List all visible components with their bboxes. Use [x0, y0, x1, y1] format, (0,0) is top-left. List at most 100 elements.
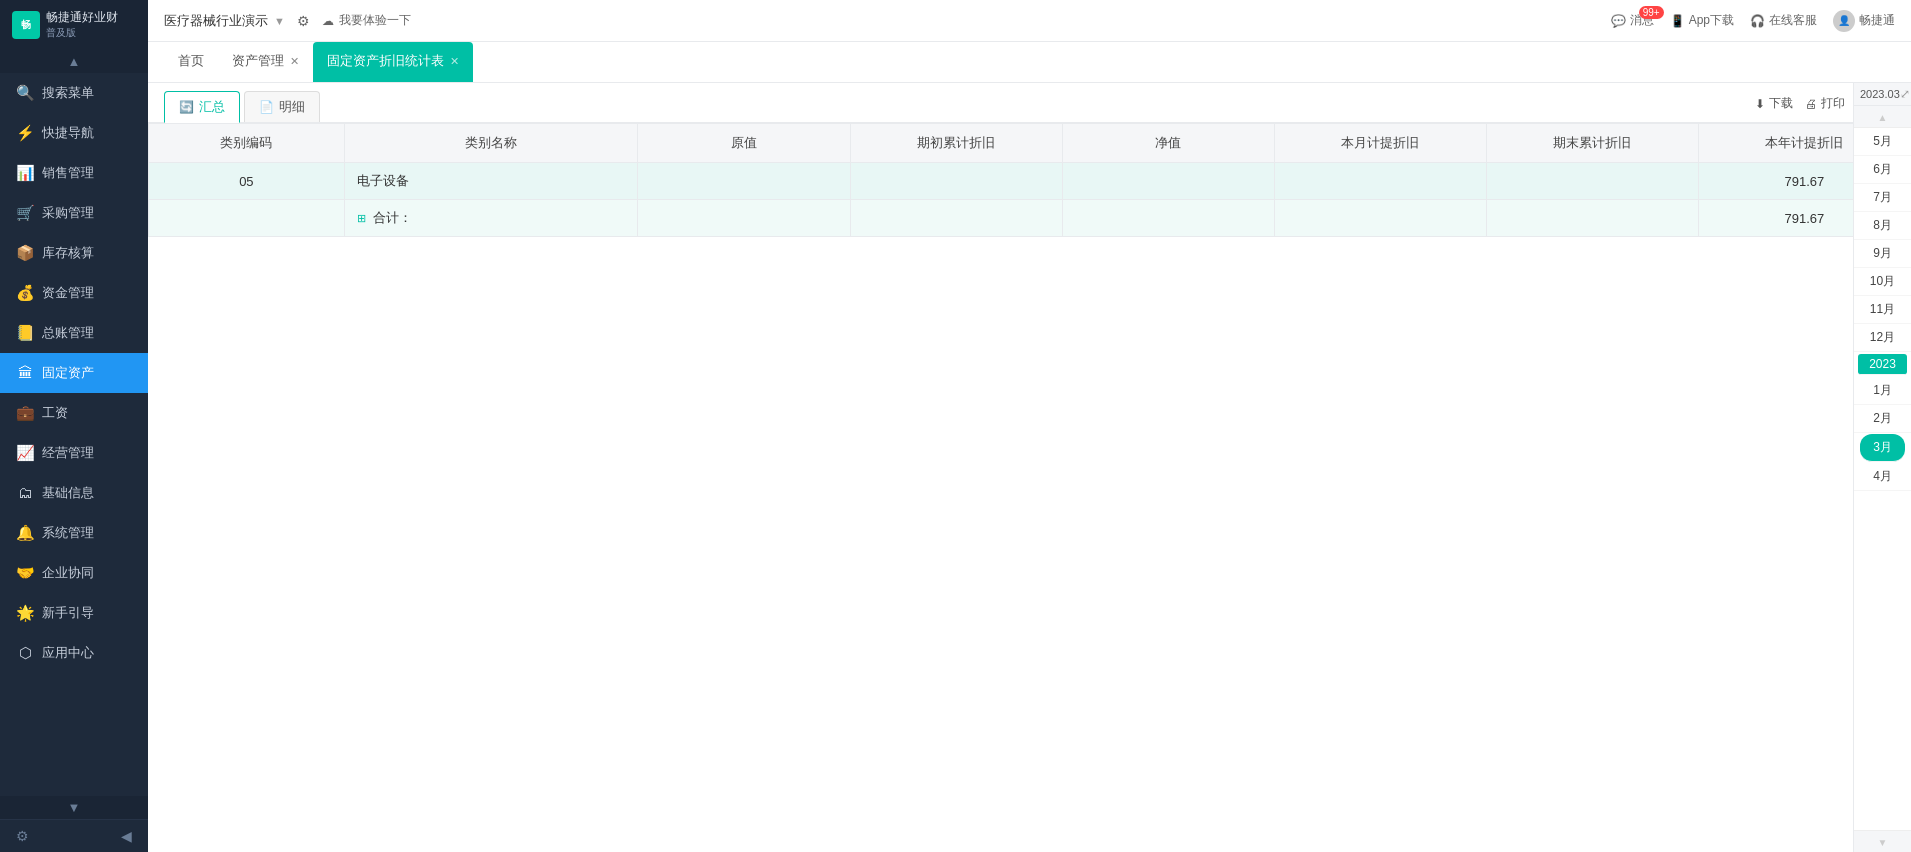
- tab-home-label: 首页: [178, 52, 204, 70]
- experience-btn[interactable]: ☁ 我要体验一下: [322, 12, 411, 29]
- message-icon: 💬: [1611, 14, 1626, 28]
- logo-icon: 畅: [12, 11, 40, 39]
- date-month-9[interactable]: 9月: [1854, 240, 1911, 268]
- sidebar-item-sales[interactable]: 📊 销售管理: [0, 153, 148, 193]
- sidebar-scroll-down[interactable]: ▼: [0, 796, 148, 819]
- summary-tab-icon: 🔄: [179, 100, 194, 114]
- sidebar-item-operations[interactable]: 📈 经营管理: [0, 433, 148, 473]
- cell-end-accum: [1486, 163, 1698, 200]
- col-header-code: 类别编码: [149, 124, 345, 163]
- tab-depreciation-label: 固定资产折旧统计表: [327, 52, 444, 70]
- sidebar-item-system[interactable]: 🔔 系统管理: [0, 513, 148, 553]
- date-month-7[interactable]: 7月: [1854, 184, 1911, 212]
- apps-icon: ⬡: [16, 644, 34, 662]
- total-end-accum: [1486, 200, 1698, 237]
- tab-home[interactable]: 首页: [164, 42, 218, 82]
- topbar: 医疗器械行业演示 ▼ ⚙ ☁ 我要体验一下 💬 消息 99+ 📱 App下载 🎧…: [148, 0, 1911, 42]
- sidebar-item-ledger[interactable]: 📒 总账管理: [0, 313, 148, 353]
- tab-assetmanage[interactable]: 资产管理 ✕: [218, 42, 313, 82]
- date-month-5[interactable]: 5月: [1854, 128, 1911, 156]
- sidebar-item-label: 总账管理: [42, 324, 94, 342]
- fixedassets-icon: 🏛: [16, 364, 34, 381]
- sidebar-nav: 🔍 搜索菜单 ⚡ 快捷导航 📊 销售管理 🛒 采购管理 📦 库存核算 💰 资金管…: [0, 73, 148, 796]
- download-label: 下载: [1769, 95, 1793, 112]
- date-panel: 2023.03 ⤢ ✕ ▲ 5月 6月 7月 8月 9月 10月 11月 12月…: [1853, 83, 1911, 852]
- company-selector[interactable]: 医疗器械行业演示 ▼: [164, 12, 285, 30]
- total-row: ⊞ 合计： 791.67: [149, 200, 1911, 237]
- col-header-original: 原值: [638, 124, 850, 163]
- topbar-gear-icon[interactable]: ⚙: [297, 13, 310, 29]
- print-icon: 🖨: [1805, 97, 1817, 111]
- experience-label: 我要体验一下: [339, 12, 411, 29]
- date-panel-header: 2023.03: [1860, 88, 1900, 100]
- date-month-6[interactable]: 6月: [1854, 156, 1911, 184]
- subtab-detail-label: 明细: [279, 98, 305, 116]
- date-month-1[interactable]: 1月: [1854, 377, 1911, 405]
- date-month-3[interactable]: 3月: [1860, 434, 1905, 462]
- depreciation-table: 类别编码 类别名称 原值 期初累计折旧 净值 本月计提折旧 期末累计折旧 本年计…: [148, 123, 1911, 237]
- cell-original: [638, 163, 850, 200]
- sidebar-item-label: 资金管理: [42, 284, 94, 302]
- col-header-net: 净值: [1062, 124, 1274, 163]
- sidebar-item-search[interactable]: 🔍 搜索菜单: [0, 73, 148, 113]
- sidebar-item-label: 采购管理: [42, 204, 94, 222]
- settings-icon[interactable]: ⚙: [16, 828, 29, 844]
- sidebar-logo: 畅 畅捷通好业财 普及版: [0, 0, 148, 50]
- app-download-btn[interactable]: 📱 App下载: [1670, 12, 1734, 29]
- sidebar-item-basic[interactable]: 🗂 基础信息: [0, 473, 148, 513]
- table-container: 类别编码 类别名称 原值 期初累计折旧 净值 本月计提折旧 期末累计折旧 本年计…: [148, 123, 1911, 852]
- ledger-icon: 📒: [16, 324, 34, 342]
- sidebar-item-fixedassets[interactable]: 🏛 固定资产: [0, 353, 148, 393]
- total-icon: ⊞: [357, 212, 366, 224]
- operations-icon: 📈: [16, 444, 34, 462]
- date-month-10[interactable]: 10月: [1854, 268, 1911, 296]
- basic-icon: 🗂: [16, 484, 34, 501]
- main-area: 医疗器械行业演示 ▼ ⚙ ☁ 我要体验一下 💬 消息 99+ 📱 App下载 🎧…: [148, 0, 1911, 852]
- service-btn[interactable]: 🎧 在线客服: [1750, 12, 1817, 29]
- total-monthly-depr: [1274, 200, 1486, 237]
- user-btn[interactable]: 👤 畅捷通: [1833, 10, 1895, 32]
- date-month-8[interactable]: 8月: [1854, 212, 1911, 240]
- total-original: [638, 200, 850, 237]
- service-icon: 🎧: [1750, 14, 1765, 28]
- sidebar-item-label: 基础信息: [42, 484, 94, 502]
- sidebar-item-collab[interactable]: 🤝 企业协同: [0, 553, 148, 593]
- detail-tab-icon: 📄: [259, 100, 274, 114]
- tab-depreciation[interactable]: 固定资产折旧统计表 ✕: [313, 42, 473, 82]
- date-month-2[interactable]: 2月: [1854, 405, 1911, 433]
- sidebar-item-apps[interactable]: ⬡ 应用中心: [0, 633, 148, 673]
- date-year-2023[interactable]: 2023: [1858, 354, 1907, 375]
- sidebar-item-quicknav[interactable]: ⚡ 快捷导航: [0, 113, 148, 153]
- sidebar-item-label: 应用中心: [42, 644, 94, 662]
- subtab-detail[interactable]: 📄 明细: [244, 91, 320, 122]
- sidebar-item-inventory[interactable]: 📦 库存核算: [0, 233, 148, 273]
- sidebar-item-funds[interactable]: 💰 资金管理: [0, 273, 148, 313]
- date-scroll-down-btn[interactable]: ▼: [1854, 830, 1911, 852]
- scroll-down-icon: ▼: [1878, 837, 1888, 848]
- date-month-4[interactable]: 4月: [1854, 463, 1911, 491]
- guide-icon: 🌟: [16, 604, 34, 622]
- logo-name: 畅捷通好业财: [46, 10, 118, 26]
- expand-icon[interactable]: ⤢: [1900, 87, 1910, 101]
- subtab-summary[interactable]: 🔄 汇总: [164, 91, 240, 123]
- tab-depreciation-close[interactable]: ✕: [450, 56, 459, 67]
- collapse-icon[interactable]: ◀: [121, 828, 132, 844]
- sidebar-item-guide[interactable]: 🌟 新手引导: [0, 593, 148, 633]
- sidebar-item-label: 新手引导: [42, 604, 94, 622]
- sidebar-item-label: 销售管理: [42, 164, 94, 182]
- download-btn[interactable]: ⬇ 下载: [1755, 95, 1793, 112]
- date-month-11[interactable]: 11月: [1854, 296, 1911, 324]
- logo-edition: 普及版: [46, 26, 118, 40]
- inventory-icon: 📦: [16, 244, 34, 262]
- tab-assetmanage-close[interactable]: ✕: [290, 56, 299, 67]
- content-area: 🔄 汇总 📄 明细 ⬇ 下载 🖨 打印 ↻: [148, 83, 1911, 852]
- sidebar-item-label: 快捷导航: [42, 124, 94, 142]
- avatar: 👤: [1833, 10, 1855, 32]
- sidebar-item-purchase[interactable]: 🛒 采购管理: [0, 193, 148, 233]
- date-month-12[interactable]: 12月: [1854, 324, 1911, 352]
- print-btn[interactable]: 🖨 打印: [1805, 95, 1845, 112]
- sidebar-item-payroll[interactable]: 💼 工资: [0, 393, 148, 433]
- sidebar-scroll-up[interactable]: ▲: [0, 50, 148, 73]
- date-scroll-up-btn[interactable]: ▲: [1854, 106, 1911, 128]
- message-btn[interactable]: 💬 消息 99+: [1611, 12, 1654, 29]
